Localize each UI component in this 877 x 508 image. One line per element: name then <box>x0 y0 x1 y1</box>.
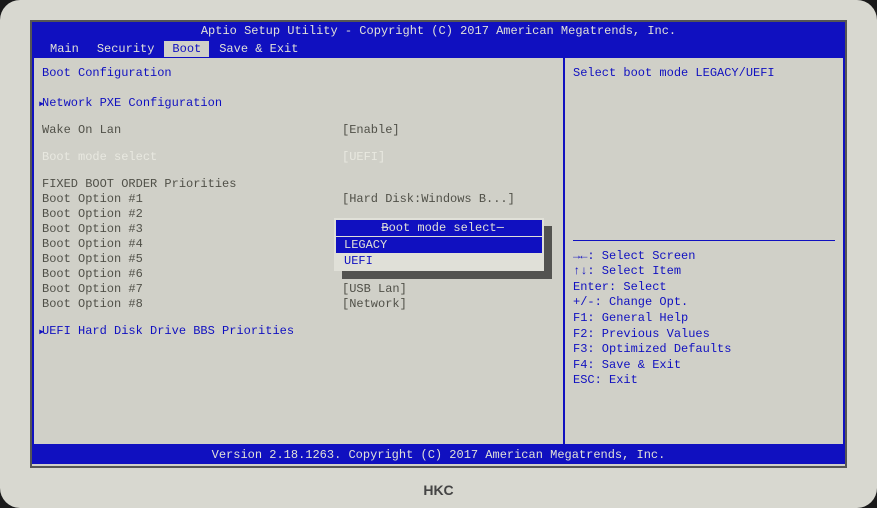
menu-security[interactable]: Security <box>89 41 163 57</box>
popup-option-legacy[interactable]: LEGACY <box>336 237 542 253</box>
left-panel: Boot Configuration ▸ Network PXE Configu… <box>32 58 565 446</box>
boot-option-1[interactable]: Boot Option #1 [Hard Disk:Windows B...] <box>42 192 555 206</box>
boot-mode-popup: Boot mode select LEGACY UEFI <box>334 218 544 271</box>
bios-screen: Aptio Setup Utility - Copyright (C) 2017… <box>30 20 847 468</box>
menu-save-exit[interactable]: Save & Exit <box>211 41 306 57</box>
boot-option-8[interactable]: Boot Option #8 [Network] <box>42 297 555 311</box>
menu-bar: Main Security Boot Save & Exit <box>32 40 845 58</box>
boot-config-header: Boot Configuration <box>42 66 555 80</box>
footer-bar: Version 2.18.1263. Copyright (C) 2017 Am… <box>32 446 845 464</box>
help-key-4: F1: General Help <box>573 311 835 327</box>
footer-text: Version 2.18.1263. Copyright (C) 2017 Am… <box>212 448 666 462</box>
monitor-bezel: Aptio Setup Utility - Copyright (C) 2017… <box>0 0 877 508</box>
help-panel: Select boot mode LEGACY/UEFI →←: Select … <box>565 58 845 446</box>
wake-on-lan-value: [Enable] <box>342 123 400 137</box>
boot-option-7[interactable]: Boot Option #7 [USB Lan] <box>42 282 555 296</box>
submenu-arrow-icon: ▸ <box>38 96 45 111</box>
menu-main[interactable]: Main <box>42 41 87 57</box>
help-key-3: +/-: Change Opt. <box>573 295 835 311</box>
menu-boot[interactable]: Boot <box>164 41 209 57</box>
network-pxe-label: Network PXE Configuration <box>42 96 342 110</box>
help-key-5: F2: Previous Values <box>573 327 835 343</box>
help-divider <box>573 240 835 241</box>
help-key-1: ↑↓: Select Item <box>573 264 835 280</box>
fixed-boot-order-header: FIXED BOOT ORDER Priorities <box>42 177 555 191</box>
uefi-hdd-bbs[interactable]: ▸ UEFI Hard Disk Drive BBS Priorities <box>42 324 555 338</box>
popup-option-uefi[interactable]: UEFI <box>336 253 542 269</box>
help-key-0: →←: Select Screen <box>573 249 835 265</box>
boot-mode-label: Boot mode select <box>42 150 342 164</box>
wake-on-lan-label: Wake On Lan <box>42 123 342 137</box>
help-key-7: F4: Save & Exit <box>573 358 835 374</box>
network-pxe-config[interactable]: ▸ Network PXE Configuration <box>42 96 555 110</box>
popup-title: Boot mode select <box>336 220 542 237</box>
submenu-arrow-icon: ▸ <box>38 324 45 339</box>
help-key-6: F3: Optimized Defaults <box>573 342 835 358</box>
boot-mode-row[interactable]: Boot mode select [UEFI] <box>42 150 555 164</box>
header-title-bar: Aptio Setup Utility - Copyright (C) 2017… <box>32 22 845 40</box>
header-title: Aptio Setup Utility - Copyright (C) 2017… <box>201 24 676 38</box>
content-area: Boot Configuration ▸ Network PXE Configu… <box>32 58 845 446</box>
monitor-brand: HKC <box>423 482 453 498</box>
help-description: Select boot mode LEGACY/UEFI <box>573 66 835 82</box>
help-key-2: Enter: Select <box>573 280 835 296</box>
wake-on-lan-row[interactable]: Wake On Lan [Enable] <box>42 123 555 137</box>
boot-mode-value: [UEFI] <box>342 150 385 164</box>
help-key-8: ESC: Exit <box>573 373 835 389</box>
